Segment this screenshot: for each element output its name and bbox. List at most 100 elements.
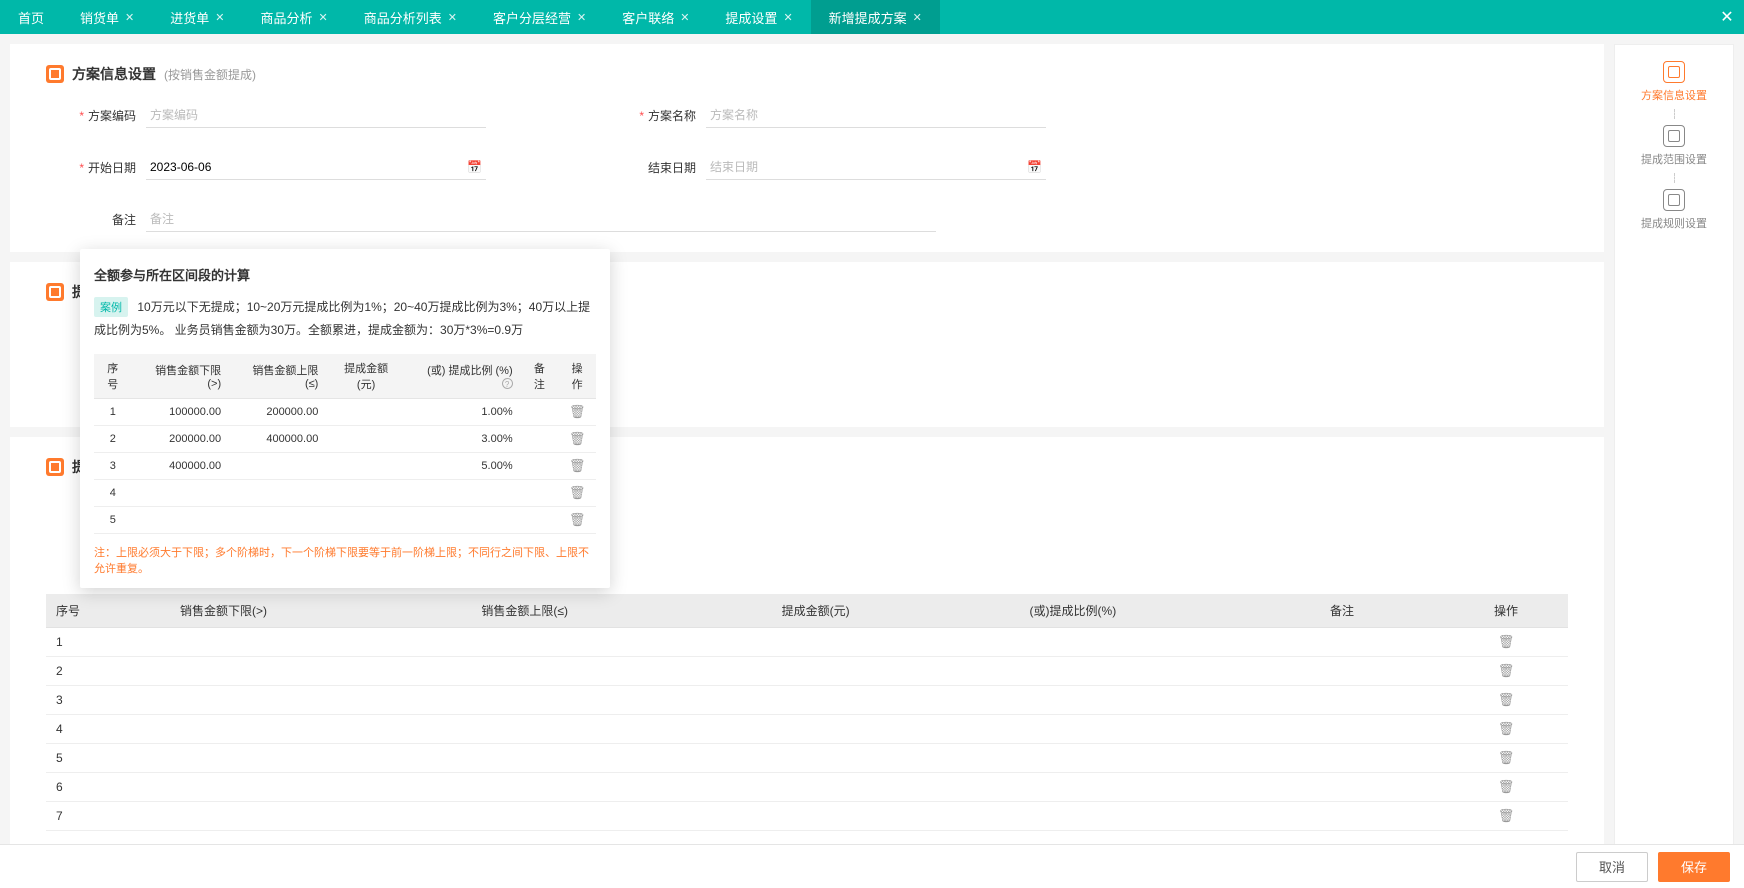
pop-th: 备注 xyxy=(521,354,559,399)
row-no: 2 xyxy=(46,657,170,686)
tab-提成设置[interactable]: 提成设置 ✕ xyxy=(707,0,810,34)
input-name[interactable] xyxy=(706,102,1046,128)
tab-销货单[interactable]: 销货单 ✕ xyxy=(62,0,152,34)
main-th: 序号 xyxy=(46,594,170,628)
footer-bar: 取消 保存 xyxy=(0,844,1744,888)
pop-th: 销售金额下限 (>) xyxy=(132,354,230,399)
delete-icon[interactable]: 🗑 xyxy=(1498,721,1515,736)
delete-icon[interactable]: 🗑 xyxy=(569,404,586,419)
delete-icon[interactable]: 🗑 xyxy=(1498,750,1515,765)
calendar-icon[interactable]: 📅 xyxy=(1027,160,1042,174)
example-popover: 全额参与所在区间段的计算 案例 10万元以下无提成；10~20万元提成比例为1%… xyxy=(80,249,610,588)
delete-icon[interactable]: 🗑 xyxy=(569,485,586,500)
info-icon[interactable]: ? xyxy=(502,378,513,389)
table-row: 4🗑 xyxy=(94,479,596,506)
label-code: 方案编码 xyxy=(66,107,136,124)
table-row: 7🗑 xyxy=(46,802,1568,831)
delete-icon[interactable]: 🗑 xyxy=(1498,634,1515,649)
tab-客户联络[interactable]: 客户联络✕ xyxy=(604,0,707,34)
step-icon xyxy=(1663,125,1685,147)
anchor-step-0[interactable]: 方案信息设置 xyxy=(1641,61,1707,103)
input-end-date[interactable] xyxy=(706,154,1046,180)
delete-icon[interactable]: 🗑 xyxy=(569,431,586,446)
tab-进货单[interactable]: 进货单 ✕ xyxy=(152,0,242,34)
delete-icon[interactable]: 🗑 xyxy=(1498,779,1515,794)
tab-bar: 首页销货单✕进货单✕商品分析✕商品分析列表✕客户分层经营✕客户联络✕提成设置✕新… xyxy=(0,0,1744,34)
tab-label: 新增提成方案 xyxy=(829,8,907,27)
tab-label: 商品分析 xyxy=(260,8,312,27)
step-icon xyxy=(1663,189,1685,211)
close-icon[interactable]: ✕ xyxy=(215,11,224,24)
table-row: 1🗑 xyxy=(46,628,1568,657)
main-th: (或)提成比例(%) xyxy=(1020,594,1320,628)
tab-新增提成方案[interactable]: 新增提成方案 ✕ xyxy=(811,0,940,34)
tab-label: 首页 xyxy=(18,8,44,27)
table-row: 5🗑 xyxy=(46,744,1568,773)
tab-bar-close-button[interactable]: ✕ xyxy=(1710,0,1744,34)
step-label: 方案信息设置 xyxy=(1641,87,1707,103)
label-end: 结束日期 xyxy=(626,159,696,176)
section-icon xyxy=(46,65,64,83)
close-icon[interactable]: ✕ xyxy=(448,11,457,24)
popover-note: 注：上限必须大于下限；多个阶梯时，下一个阶梯下限要等于前一阶梯上限；不同行之间下… xyxy=(94,544,596,576)
main-th: 提成金额(元) xyxy=(772,594,1020,628)
main-th: 销售金额下限(>) xyxy=(170,594,471,628)
panel-info: 方案信息设置 (按销售金额提成) 方案编码 方案名称 开始日期 📅 xyxy=(10,44,1604,252)
table-row: 2200000.00400000.003.00%🗑 xyxy=(94,425,596,452)
section-icon xyxy=(46,283,64,301)
section-title-info: 方案信息设置 xyxy=(72,64,156,84)
tab-label: 进货单 xyxy=(170,8,209,27)
anchor-step-2[interactable]: 提成规则设置 xyxy=(1641,189,1707,231)
case-text: 10万元以下无提成；10~20万元提成比例为1%；20~40万提成比例为3%；4… xyxy=(94,300,590,337)
tab-label: 提成设置 xyxy=(725,8,777,27)
close-icon[interactable]: ✕ xyxy=(783,11,792,24)
label-name: 方案名称 xyxy=(626,107,696,124)
table-row: 3400000.005.00%🗑 xyxy=(94,452,596,479)
table-row: 4🗑 xyxy=(46,715,1568,744)
row-no: 6 xyxy=(46,773,170,802)
tab-商品分析[interactable]: 商品分析 ✕ xyxy=(242,0,345,34)
step-connector xyxy=(1674,173,1675,183)
save-button[interactable]: 保存 xyxy=(1658,852,1730,882)
delete-icon[interactable]: 🗑 xyxy=(569,458,586,473)
input-start-date[interactable] xyxy=(146,154,486,180)
main-th: 备注 xyxy=(1320,594,1444,628)
close-icon[interactable]: ✕ xyxy=(680,11,689,24)
anchor-nav: 方案信息设置提成范围设置提成规则设置 xyxy=(1614,44,1734,851)
table-row: 2🗑 xyxy=(46,657,1568,686)
pop-th: (或) 提成比例 (%) ? xyxy=(406,354,521,399)
input-code[interactable] xyxy=(146,102,486,128)
step-label: 提成范围设置 xyxy=(1641,151,1707,167)
pop-th: 销售金额上限 (≤) xyxy=(229,354,326,399)
close-icon[interactable]: ✕ xyxy=(319,11,328,24)
step-connector xyxy=(1674,109,1675,119)
tab-首页[interactable]: 首页 xyxy=(0,0,62,34)
row-no: 1 xyxy=(46,628,170,657)
input-remark[interactable] xyxy=(146,206,936,232)
tab-label: 销货单 xyxy=(80,8,119,27)
label-start: 开始日期 xyxy=(66,159,136,176)
table-row: 5🗑 xyxy=(94,506,596,533)
table-row: 1100000.00200000.001.00%🗑 xyxy=(94,398,596,425)
calendar-icon[interactable]: 📅 xyxy=(467,160,482,174)
close-icon[interactable]: ✕ xyxy=(125,11,134,24)
delete-icon[interactable]: 🗑 xyxy=(1498,692,1515,707)
close-icon[interactable]: ✕ xyxy=(913,11,922,24)
tab-label: 客户分层经营 xyxy=(493,8,571,27)
row-no: 3 xyxy=(46,686,170,715)
anchor-step-1[interactable]: 提成范围设置 xyxy=(1641,125,1707,167)
delete-icon[interactable]: 🗑 xyxy=(1498,808,1515,823)
delete-icon[interactable]: 🗑 xyxy=(1498,663,1515,678)
pop-th: 序号 xyxy=(94,354,132,399)
case-tag: 案例 xyxy=(94,297,128,317)
pop-th: 提成金额 (元) xyxy=(326,354,406,399)
close-icon[interactable]: ✕ xyxy=(577,11,586,24)
tab-商品分析列表[interactable]: 商品分析列表 ✕ xyxy=(346,0,475,34)
tab-客户分层经营[interactable]: 客户分层经营 ✕ xyxy=(475,0,604,34)
step-icon xyxy=(1663,61,1685,83)
label-remark: 备注 xyxy=(66,211,136,228)
cancel-button[interactable]: 取消 xyxy=(1576,852,1648,882)
tab-label: 商品分析列表 xyxy=(364,8,442,27)
delete-icon[interactable]: 🗑 xyxy=(569,512,586,527)
section-icon xyxy=(46,458,64,476)
